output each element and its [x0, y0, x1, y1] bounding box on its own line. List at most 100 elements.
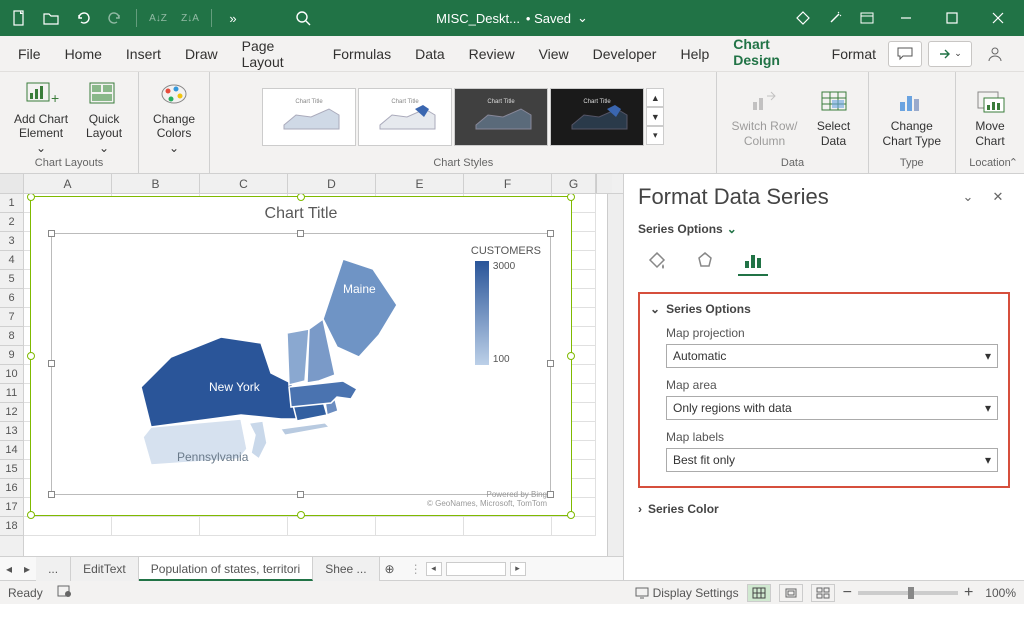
- redo-icon[interactable]: [100, 4, 130, 32]
- row-header[interactable]: 3: [0, 232, 23, 251]
- menu-format[interactable]: Format: [820, 38, 888, 70]
- col-header-g[interactable]: G: [552, 174, 596, 193]
- quick-layout-button[interactable]: Quick Layout ⌄: [78, 76, 130, 157]
- row-header[interactable]: 9: [0, 346, 23, 365]
- chart-legend[interactable]: CUSTOMERS 3000 100: [471, 245, 541, 365]
- map-area-select[interactable]: Only regions with data▾: [666, 396, 998, 420]
- select-data-button[interactable]: Select Data: [808, 83, 860, 150]
- row-header[interactable]: 14: [0, 441, 23, 460]
- col-header-c[interactable]: C: [200, 174, 288, 193]
- region-new-jersey[interactable]: [249, 421, 267, 459]
- chart-style-4[interactable]: Chart Title: [550, 88, 644, 146]
- select-all-cell[interactable]: [0, 174, 24, 193]
- row-header[interactable]: 1: [0, 194, 23, 213]
- plot-handle[interactable]: [297, 491, 304, 498]
- new-file-icon[interactable]: [4, 4, 34, 32]
- row-header[interactable]: 2: [0, 213, 23, 232]
- sort-asc-icon[interactable]: A↓Z: [143, 4, 173, 32]
- hscroll-left[interactable]: ◂: [426, 562, 442, 576]
- comments-button[interactable]: [888, 41, 922, 67]
- menu-home[interactable]: Home: [53, 38, 114, 70]
- effects-tab-icon[interactable]: [690, 246, 720, 276]
- menu-help[interactable]: Help: [668, 38, 721, 70]
- chart-style-3[interactable]: Chart Title: [454, 88, 548, 146]
- map-regions[interactable]: Maine New York Pennsylvania: [81, 247, 441, 487]
- styles-scroll-down[interactable]: ▼: [646, 107, 664, 126]
- row-header[interactable]: 18: [0, 517, 23, 536]
- minimize-button[interactable]: [884, 4, 928, 32]
- plot-handle[interactable]: [48, 360, 55, 367]
- chart-title[interactable]: Chart Title: [31, 205, 571, 223]
- menu-review[interactable]: Review: [457, 38, 527, 70]
- map-projection-select[interactable]: Automatic▾: [666, 344, 998, 368]
- row-header[interactable]: 5: [0, 270, 23, 289]
- row-header[interactable]: 15: [0, 460, 23, 479]
- tab-split-handle[interactable]: ⋮: [410, 562, 422, 576]
- more-commands-icon[interactable]: »: [218, 4, 248, 32]
- zoom-level[interactable]: 100%: [985, 586, 1016, 600]
- menu-insert[interactable]: Insert: [114, 38, 173, 70]
- vertical-scrollbar[interactable]: [607, 194, 623, 556]
- add-sheet-button[interactable]: ⊕: [380, 562, 400, 576]
- plot-handle[interactable]: [48, 230, 55, 237]
- col-header-a[interactable]: A: [24, 174, 112, 193]
- account-button[interactable]: [978, 41, 1012, 67]
- row-header[interactable]: 16: [0, 479, 23, 498]
- row-header[interactable]: 10: [0, 365, 23, 384]
- sheet-tab-edittext[interactable]: EditText: [71, 557, 139, 581]
- page-layout-view-button[interactable]: [779, 584, 803, 602]
- share-button[interactable]: ⌄: [928, 41, 972, 67]
- region-massachusetts[interactable]: [289, 381, 357, 407]
- zoom-in-button[interactable]: +: [964, 584, 973, 602]
- vertical-scrollbar-top[interactable]: [596, 174, 612, 193]
- plot-handle[interactable]: [297, 230, 304, 237]
- menu-view[interactable]: View: [527, 38, 581, 70]
- row-header[interactable]: 6: [0, 289, 23, 308]
- row-header[interactable]: 8: [0, 327, 23, 346]
- row-header[interactable]: 17: [0, 498, 23, 517]
- region-vermont[interactable]: [287, 329, 309, 385]
- add-chart-element-button[interactable]: + Add Chart Element ⌄: [8, 76, 74, 157]
- menu-developer[interactable]: Developer: [581, 38, 669, 70]
- chart-style-2[interactable]: Chart Title: [358, 88, 452, 146]
- map-labels-select[interactable]: Best fit only▾: [666, 448, 998, 472]
- open-file-icon[interactable]: [36, 4, 66, 32]
- col-header-f[interactable]: F: [464, 174, 552, 193]
- col-header-d[interactable]: D: [288, 174, 376, 193]
- plot-handle[interactable]: [547, 230, 554, 237]
- normal-view-button[interactable]: [747, 584, 771, 602]
- sheet-tab-population[interactable]: Population of states, territori: [139, 557, 313, 581]
- col-header-e[interactable]: E: [376, 174, 464, 193]
- menu-page-layout[interactable]: Page Layout: [230, 30, 321, 78]
- title-dropdown-icon[interactable]: ⌄: [577, 10, 588, 26]
- move-chart-button[interactable]: Move Chart: [964, 83, 1016, 150]
- pane-close-icon[interactable]: ✕: [986, 185, 1010, 209]
- sort-desc-icon[interactable]: Z↓A: [175, 4, 205, 32]
- tab-nav-prev[interactable]: ◂: [0, 562, 18, 576]
- styles-scroll-more[interactable]: ▾: [646, 126, 664, 145]
- fill-tab-icon[interactable]: [642, 246, 672, 276]
- change-chart-type-button[interactable]: Change Chart Type: [877, 83, 947, 150]
- zoom-slider[interactable]: [858, 591, 958, 595]
- collapse-ribbon-icon[interactable]: ⌃: [1009, 156, 1018, 169]
- row-header[interactable]: 4: [0, 251, 23, 270]
- pane-subtitle[interactable]: Series Options⌄: [638, 222, 1010, 236]
- search-icon[interactable]: [288, 4, 318, 32]
- region-maine[interactable]: [323, 259, 397, 357]
- menu-data[interactable]: Data: [403, 38, 457, 70]
- pane-options-icon[interactable]: ⌄: [956, 185, 980, 209]
- undo-icon[interactable]: [68, 4, 98, 32]
- close-button[interactable]: [976, 4, 1020, 32]
- chart-style-1[interactable]: Chart Title: [262, 88, 356, 146]
- embedded-chart[interactable]: Chart Title CUSTOMERS: [30, 196, 572, 516]
- plot-handle[interactable]: [547, 491, 554, 498]
- styles-scroll-up[interactable]: ▲: [646, 88, 664, 107]
- wand-icon[interactable]: [820, 4, 850, 32]
- menu-draw[interactable]: Draw: [173, 38, 230, 70]
- series-options-header[interactable]: ⌄ Series Options: [650, 302, 998, 316]
- ribbon-mode-icon[interactable]: [852, 4, 882, 32]
- row-header[interactable]: 12: [0, 403, 23, 422]
- row-header[interactable]: 13: [0, 422, 23, 441]
- series-color-header[interactable]: › Series Color: [638, 498, 1010, 520]
- series-options-tab-icon[interactable]: [738, 246, 768, 276]
